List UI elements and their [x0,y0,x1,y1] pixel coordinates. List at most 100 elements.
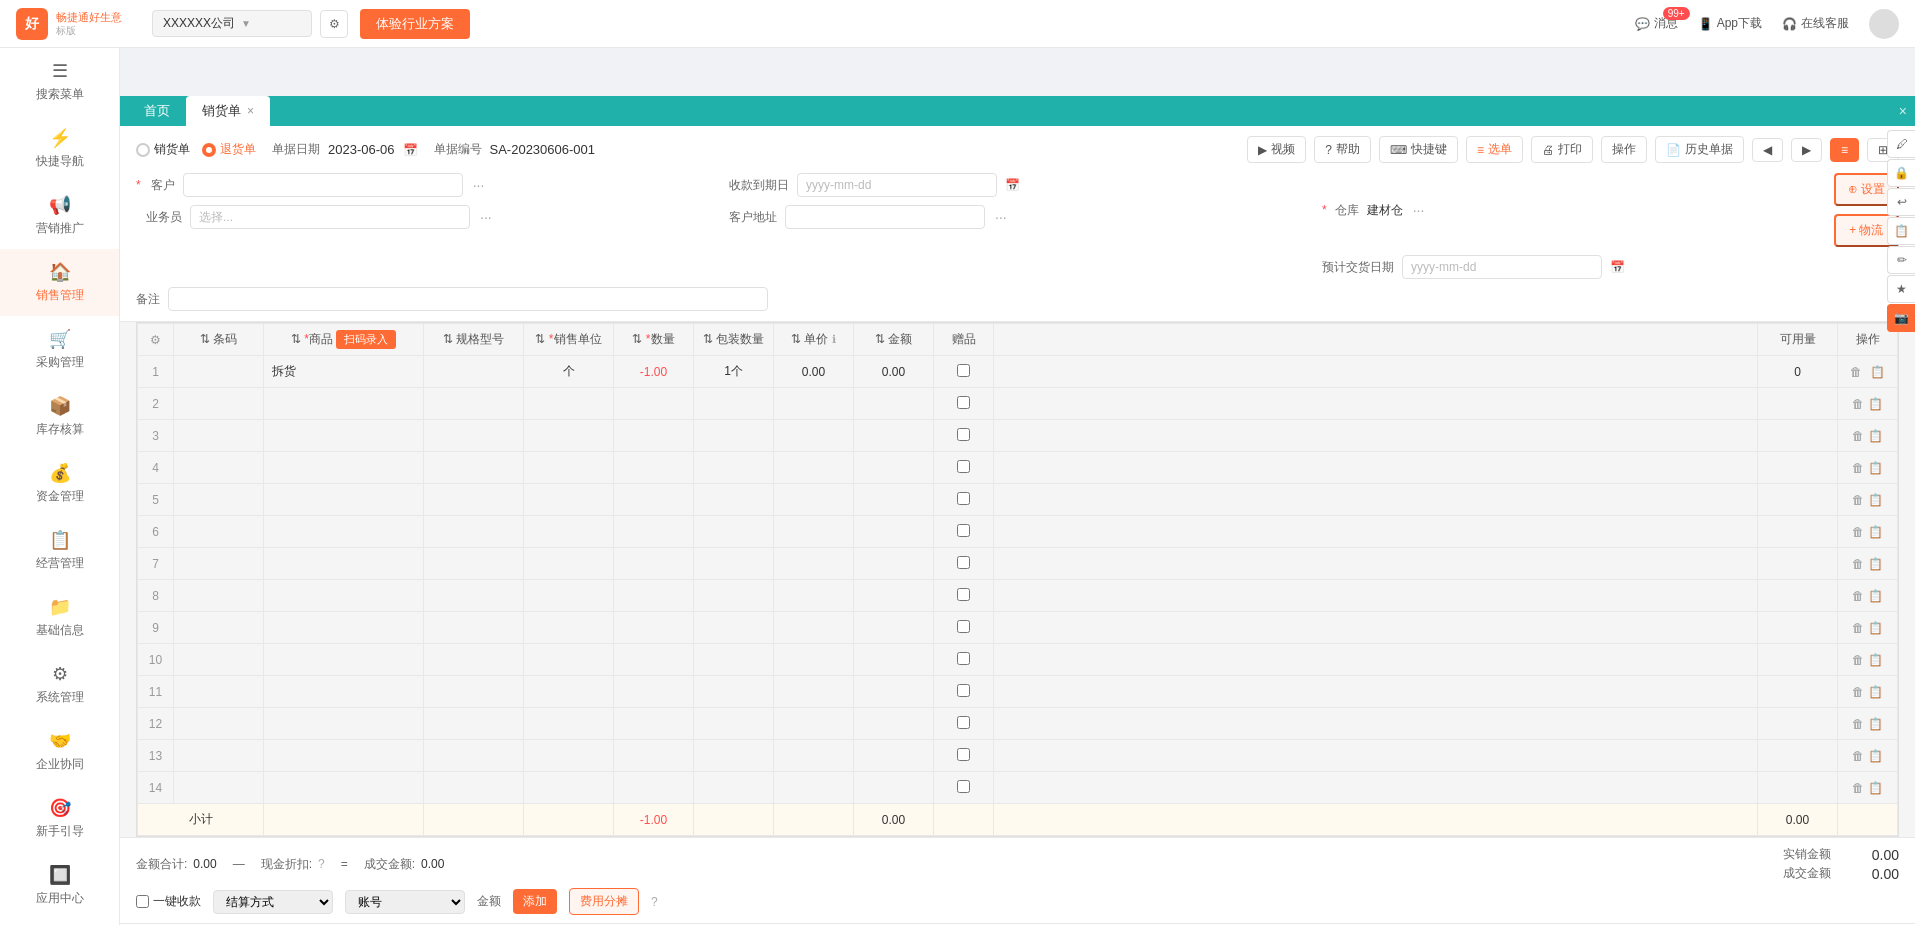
gift-checkbox[interactable] [957,492,970,505]
customer-addr-more-btn[interactable]: ··· [995,209,1007,225]
copy-icon[interactable]: 📋 [1868,749,1883,763]
sidebar-item-operations[interactable]: 📋 经营管理 [0,517,119,584]
copy-icon[interactable]: 📋 [1868,781,1883,795]
gift-checkbox[interactable] [957,556,970,569]
delete-icon[interactable]: 🗑 [1852,429,1864,443]
copy-icon[interactable]: 📋 [1868,685,1883,699]
delete-icon[interactable]: 🗑 [1852,717,1864,731]
shortcut-key-btn[interactable]: ⌨ 快捷键 [1379,136,1458,163]
warehouse-more-btn[interactable]: ··· [1413,202,1425,218]
row-1-gift-checkbox[interactable] [957,364,970,377]
gift-checkbox[interactable] [957,748,970,761]
video-btn[interactable]: ▶ 视频 [1247,136,1306,163]
radio-return[interactable]: 退货单 [202,141,256,158]
rs-btn-4[interactable]: 📋 [1887,217,1915,245]
row-1-price[interactable]: 0.00 [774,356,854,388]
sidebar-item-system[interactable]: ⚙ 系统管理 [0,651,119,718]
fee-btn[interactable]: 费用分摊 [569,888,639,915]
message-btn[interactable]: 💬 消息 99+ [1635,15,1678,32]
prev-btn[interactable]: ◀ [1752,138,1783,162]
copy-icon[interactable]: 📋 [1868,621,1883,635]
user-avatar[interactable] [1869,9,1899,39]
sidebar-item-purchase[interactable]: 🛒 采购管理 [0,316,119,383]
sidebar-item-sales[interactable]: 🏠 销售管理 [0,249,119,316]
delete-icon[interactable]: 🗑 [1852,589,1864,603]
calendar-expected-icon[interactable]: 📅 [1610,260,1625,274]
delete-icon[interactable]: 🗑 [1852,749,1864,763]
payment-method-select[interactable]: 结算方式 [213,890,333,914]
rs-btn-7[interactable]: 📷 [1887,304,1915,332]
delete-icon[interactable]: 🗑 [1852,781,1864,795]
tab-sales-order[interactable]: 销货单 × [186,96,270,126]
settings-icon-btn[interactable]: ⚙ [320,10,348,38]
table-settings-icon[interactable]: ⚙ [150,333,161,347]
radio-sales[interactable]: 销货单 [136,141,190,158]
delete-icon[interactable]: 🗑 [1852,653,1864,667]
salesperson-input[interactable] [190,205,470,229]
row-1-delete-icon[interactable]: 🗑 [1850,365,1862,379]
rs-btn-6[interactable]: ★ [1887,275,1915,303]
copy-icon[interactable]: 📋 [1868,493,1883,507]
customer-addr-input[interactable] [785,205,985,229]
row-1-remark[interactable] [994,356,1758,388]
online-support-btn[interactable]: 🎧 在线客服 [1782,15,1849,32]
list-view-btn[interactable]: ≡ [1830,138,1859,162]
add-payment-btn[interactable]: 添加 [513,889,557,914]
due-date-input[interactable] [797,173,997,197]
customer-input[interactable] [183,173,463,197]
next-btn[interactable]: ▶ [1791,138,1822,162]
app-download-btn[interactable]: 📱 App下载 [1698,15,1762,32]
calendar-icon[interactable]: 📅 [403,143,418,157]
discount-help-icon[interactable]: ? [318,857,325,871]
delete-icon[interactable]: 🗑 [1852,461,1864,475]
copy-icon[interactable]: 📋 [1868,429,1883,443]
salesperson-more-btn[interactable]: ··· [480,209,492,225]
gift-checkbox[interactable] [957,524,970,537]
gift-checkbox[interactable] [957,428,970,441]
gift-checkbox[interactable] [957,652,970,665]
tab-home[interactable]: 首页 [128,96,186,126]
sidebar-item-finance[interactable]: 💰 资金管理 [0,450,119,517]
rs-btn-3[interactable]: ↩ [1887,188,1915,216]
sidebar-item-enterprise[interactable]: 🤝 企业协同 [0,718,119,785]
trial-btn[interactable]: 体验行业方案 [360,9,470,39]
sidebar-item-wechat[interactable]: 💬 企业微信 [0,919,119,925]
sidebar-item-guide[interactable]: 🎯 新手引导 [0,785,119,852]
one-click-checkbox[interactable] [136,895,149,908]
sidebar-item-marketing[interactable]: 📢 营销推广 [0,182,119,249]
gift-checkbox[interactable] [957,396,970,409]
sidebar-item-shortcut[interactable]: ⚡ 快捷导航 [0,115,119,182]
row-1-barcode[interactable] [174,356,264,388]
customer-more-btn[interactable]: ··· [473,177,485,193]
copy-icon[interactable]: 📋 [1868,461,1883,475]
expected-date-input[interactable] [1402,255,1602,279]
sidebar-item-appstore[interactable]: 🔲 应用中心 [0,852,119,919]
scan-btn[interactable]: 扫码录入 [336,330,396,349]
row-1-qty[interactable]: -1.00 [614,356,694,388]
gift-checkbox[interactable] [957,620,970,633]
row-1-product[interactable]: 拆货 [264,356,424,388]
delete-icon[interactable]: 🗑 [1852,525,1864,539]
rs-btn-5[interactable]: ✏ [1887,246,1915,274]
copy-icon[interactable]: 📋 [1868,397,1883,411]
history-btn[interactable]: 📄 历史单据 [1655,136,1744,163]
copy-icon[interactable]: 📋 [1868,589,1883,603]
print-btn[interactable]: 🖨 打印 [1531,136,1593,163]
gift-checkbox[interactable] [957,716,970,729]
tab-bar-close-btn[interactable]: × [1899,103,1907,119]
delete-icon[interactable]: 🗑 [1852,493,1864,507]
note-input[interactable] [168,287,768,311]
delete-icon[interactable]: 🗑 [1852,685,1864,699]
copy-icon[interactable]: 📋 [1868,557,1883,571]
gift-checkbox[interactable] [957,780,970,793]
account-select[interactable]: 账号 [345,890,465,914]
sidebar-item-inventory[interactable]: 📦 库存核算 [0,383,119,450]
help-btn[interactable]: ? 帮助 [1314,136,1371,163]
choose-btn[interactable]: ≡ 选单 [1466,136,1523,163]
row-1-gift[interactable] [934,356,994,388]
row-1-copy-icon[interactable]: 📋 [1870,365,1885,379]
delete-icon[interactable]: 🗑 [1852,621,1864,635]
delete-icon[interactable]: 🗑 [1852,397,1864,411]
gift-checkbox[interactable] [957,460,970,473]
gift-checkbox[interactable] [957,588,970,601]
